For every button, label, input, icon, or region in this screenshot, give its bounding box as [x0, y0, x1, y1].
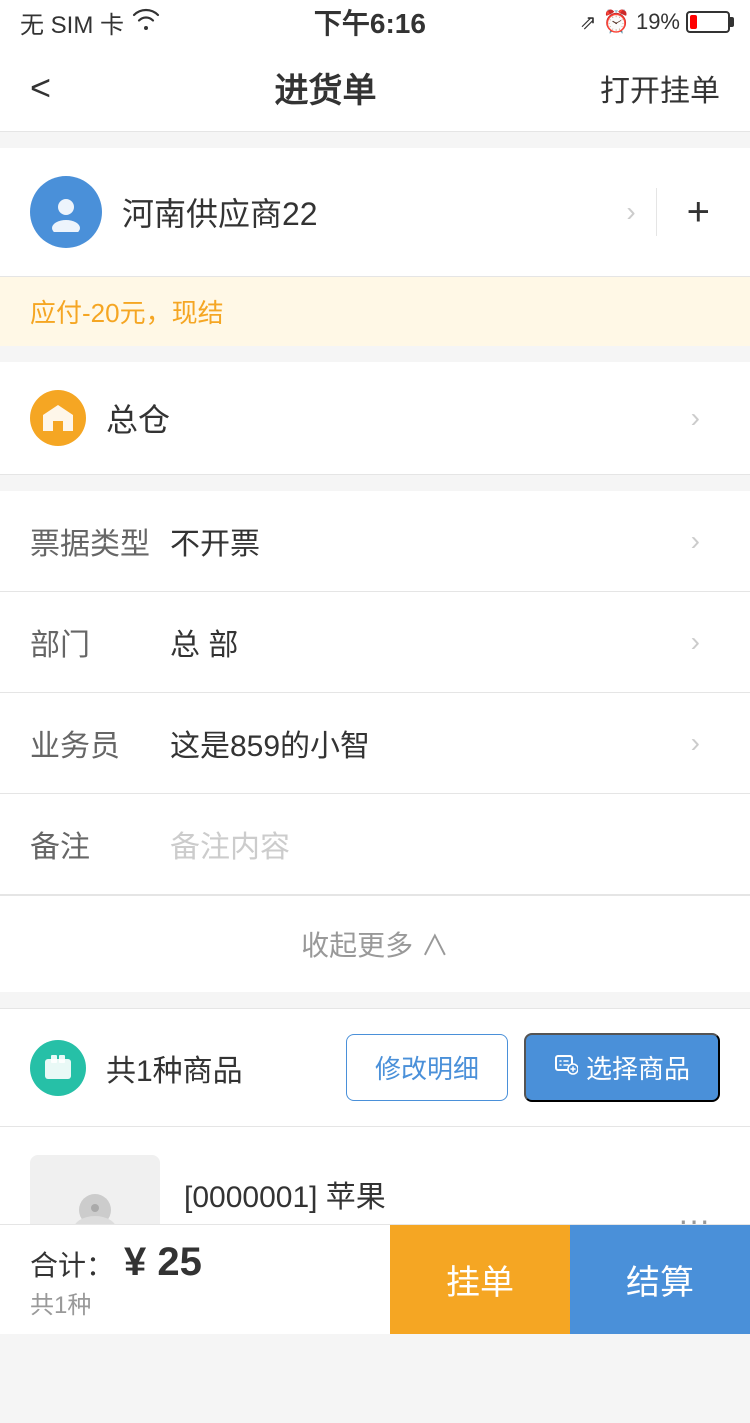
remark-label: 备注	[30, 822, 170, 866]
status-right: ⇗ ⏰ 19%	[580, 9, 730, 35]
total-label: 合计：	[30, 1244, 114, 1284]
products-icon	[30, 1040, 86, 1096]
invoice-row[interactable]: 票据类型 不开票 ›	[0, 491, 750, 592]
separator-3	[0, 475, 750, 491]
battery-icon	[686, 11, 730, 33]
carrier-label: 无 SIM 卡	[20, 5, 124, 40]
footer: 合计： ¥ 25 共1种 挂单 结算	[0, 1224, 750, 1334]
status-time: 下午6:16	[314, 2, 426, 42]
open-hang-button[interactable]: 打开挂单	[600, 66, 720, 110]
warehouse-row[interactable]: 总仓 ›	[0, 362, 750, 475]
warehouse-chevron-icon: ›	[691, 402, 700, 434]
warehouse-section: 总仓 ›	[0, 362, 750, 475]
department-row[interactable]: 部门 总 部 ›	[0, 592, 750, 693]
product-name: [0000001] 苹果	[184, 1172, 644, 1216]
footer-total-row: 合计： ¥ 25	[30, 1240, 360, 1285]
remark-row[interactable]: 备注 备注内容	[0, 794, 750, 895]
edit-detail-button[interactable]: 修改明细	[346, 1034, 508, 1101]
location-icon: ⇗	[580, 10, 597, 35]
warehouse-icon	[30, 390, 86, 446]
department-label: 部门	[30, 620, 170, 664]
supplier-notice: 应付-20元，现结	[0, 277, 750, 346]
supplier-avatar	[30, 176, 102, 248]
products-count: 共1种商品	[106, 1046, 346, 1090]
department-chevron-icon: ›	[691, 626, 700, 658]
supplier-divider	[656, 188, 657, 236]
select-product-button[interactable]: 选择商品	[524, 1033, 720, 1102]
footer-total: 合计： ¥ 25 共1种	[0, 1225, 390, 1334]
supplier-chevron-icon: ›	[626, 196, 635, 228]
separator-1	[0, 132, 750, 148]
separator-2	[0, 346, 750, 362]
product-code: [0000001]	[184, 1181, 326, 1214]
page-title: 进货单	[275, 63, 377, 112]
collapse-button[interactable]: 收起更多 ∧	[0, 895, 750, 992]
supplier-name: 河南供应商22	[122, 189, 626, 235]
supplier-row[interactable]: 河南供应商22 › +	[0, 148, 750, 277]
salesman-chevron-icon: ›	[691, 727, 700, 759]
back-button[interactable]: <	[30, 67, 51, 109]
product-title: 苹果	[326, 1181, 386, 1214]
products-header: 共1种商品 修改明细 选择商品	[0, 1008, 750, 1127]
nav-bar: < 进货单 打开挂单	[0, 44, 750, 132]
invoice-value: 不开票	[170, 519, 691, 563]
battery-percentage: 19%	[636, 9, 680, 35]
supplier-section: 河南供应商22 › + 应付-20元，现结	[0, 148, 750, 346]
department-value: 总 部	[170, 620, 691, 664]
salesman-value: 这是859的小智	[170, 721, 691, 765]
form-section: 票据类型 不开票 › 部门 总 部 › 业务员 这是859的小智 › 备注 备注…	[0, 491, 750, 992]
alarm-icon: ⏰	[603, 9, 630, 35]
select-product-icon	[554, 1052, 578, 1083]
invoice-label: 票据类型	[30, 519, 170, 563]
status-bar: 无 SIM 卡 下午6:16 ⇗ ⏰ 19%	[0, 0, 750, 44]
salesman-row[interactable]: 业务员 这是859的小智 ›	[0, 693, 750, 794]
separator-4	[0, 992, 750, 1008]
add-button[interactable]: +	[677, 190, 720, 235]
warehouse-name: 总仓	[106, 395, 691, 441]
total-count: 共1种	[30, 1285, 360, 1320]
select-product-label: 选择商品	[586, 1049, 690, 1086]
salesman-label: 业务员	[30, 721, 170, 765]
remark-placeholder[interactable]: 备注内容	[170, 822, 720, 866]
status-left: 无 SIM 卡	[20, 5, 160, 40]
hang-button[interactable]: 挂单	[390, 1225, 570, 1334]
invoice-chevron-icon: ›	[691, 525, 700, 557]
total-amount: ¥ 25	[124, 1240, 202, 1285]
wifi-icon	[132, 8, 160, 37]
checkout-button[interactable]: 结算	[570, 1225, 750, 1334]
